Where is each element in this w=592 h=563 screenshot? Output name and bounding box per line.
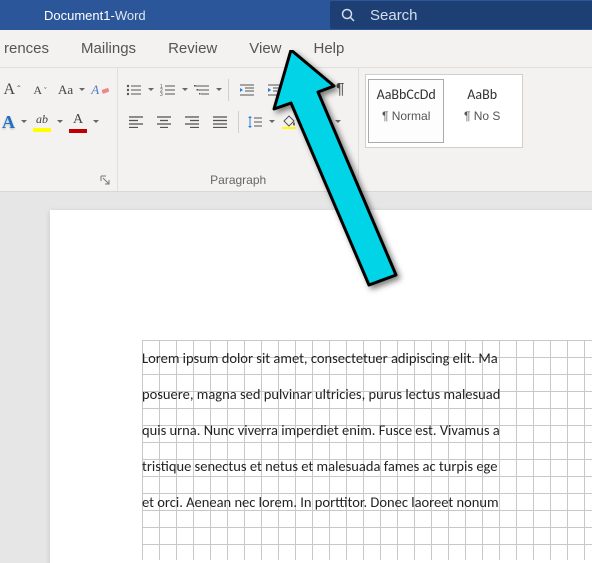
highlight-button[interactable]: ab (31, 109, 63, 135)
indent-icon (267, 83, 283, 97)
svg-text:3: 3 (160, 92, 163, 97)
font-color-swatch (69, 129, 87, 133)
change-case-button[interactable]: Aa (56, 77, 85, 103)
clear-formatting-button[interactable]: A (89, 77, 113, 103)
separator (238, 111, 239, 133)
paragraph-label: Paragraph (210, 173, 266, 187)
eraser-icon (101, 85, 111, 95)
sort-button[interactable]: AZ (300, 77, 324, 103)
align-left-icon (128, 116, 144, 128)
style-normal[interactable]: AaBbCcDd ¶ Normal (368, 79, 444, 143)
document-area: Lorem ipsum dolor sit amet, consectetuer… (0, 192, 592, 563)
sort-icon: AZ (304, 82, 320, 98)
dialog-icon (341, 175, 351, 185)
borders-icon (315, 115, 329, 129)
styles-gallery[interactable]: AaBbCcDd ¶ Normal AaBb ¶ No S (365, 74, 523, 148)
bucket-icon (281, 115, 297, 129)
outdent-icon (239, 83, 255, 97)
numbering-button[interactable]: 123 (158, 77, 188, 103)
search-box[interactable]: Search (330, 1, 592, 29)
align-right-button[interactable] (180, 109, 204, 135)
style-no-spacing[interactable]: AaBb ¶ No S (444, 79, 520, 143)
ribbon-tabs: rences Mailings Review View Help (0, 30, 592, 68)
tab-references[interactable]: rences (4, 30, 65, 67)
align-left-button[interactable] (124, 109, 148, 135)
separator (228, 79, 229, 101)
increase-indent-button[interactable] (263, 77, 287, 103)
grow-font-button[interactable]: Aˆ (0, 77, 24, 103)
borders-button[interactable] (313, 109, 341, 135)
group-font: Aˆ Aˇ Aa A A ab A (0, 68, 118, 191)
multilevel-icon (194, 83, 210, 97)
tab-review[interactable]: Review (152, 30, 233, 67)
document-name: Document1 (44, 8, 110, 23)
text-line: quis urna. Nunc viverra imperdiet enim. … (142, 412, 592, 448)
shading-button[interactable] (279, 109, 309, 135)
tab-view[interactable]: View (233, 30, 297, 67)
shrink-font-button[interactable]: Aˇ (28, 77, 52, 103)
svg-text:Z: Z (305, 92, 310, 98)
app-name: Word (115, 8, 146, 23)
tab-help[interactable]: Help (298, 30, 361, 67)
dialog-icon (100, 175, 110, 185)
font-dialog-launcher[interactable] (99, 174, 111, 186)
search-icon (340, 7, 356, 23)
svg-text:A: A (305, 84, 310, 91)
decrease-indent-button[interactable] (235, 77, 259, 103)
multilevel-list-button[interactable] (192, 77, 222, 103)
body-text[interactable]: Lorem ipsum dolor sit amet, consectetuer… (142, 340, 592, 520)
title-bar: Document1 - Word Search (0, 0, 592, 30)
ribbon: Aˆ Aˇ Aa A A ab A (0, 68, 592, 192)
paragraph-dialog-launcher[interactable] (340, 174, 352, 186)
justify-icon (212, 116, 228, 128)
separator (293, 79, 294, 101)
text-line: et orci. Aenean nec lorem. In porttitor.… (142, 484, 592, 520)
numbering-icon: 123 (160, 83, 176, 97)
page[interactable]: Lorem ipsum dolor sit amet, consectetuer… (50, 210, 592, 563)
line-spacing-icon (247, 115, 263, 129)
align-center-button[interactable] (152, 109, 176, 135)
text-line: Lorem ipsum dolor sit amet, consectetuer… (142, 340, 592, 376)
text-line: tristique senectus et netus et malesuada… (142, 448, 592, 484)
tab-mailings[interactable]: Mailings (65, 30, 152, 67)
font-color-button[interactable]: A (67, 109, 99, 135)
highlight-color-swatch (33, 128, 51, 132)
bullets-button[interactable] (124, 77, 154, 103)
align-center-icon (156, 116, 172, 128)
group-paragraph: 123 AZ ¶ (118, 68, 359, 191)
text-line: posuere, magna sed pulvinar ultricies, p… (142, 376, 592, 412)
group-styles: AaBbCcDd ¶ Normal AaBb ¶ No S (359, 68, 529, 191)
show-marks-button[interactable]: ¶ (328, 77, 352, 103)
line-spacing-button[interactable] (245, 109, 275, 135)
justify-button[interactable] (208, 109, 232, 135)
search-placeholder: Search (370, 7, 418, 24)
text-effects-button[interactable]: A (0, 109, 27, 135)
align-right-icon (184, 116, 200, 128)
bullets-icon (126, 83, 142, 97)
